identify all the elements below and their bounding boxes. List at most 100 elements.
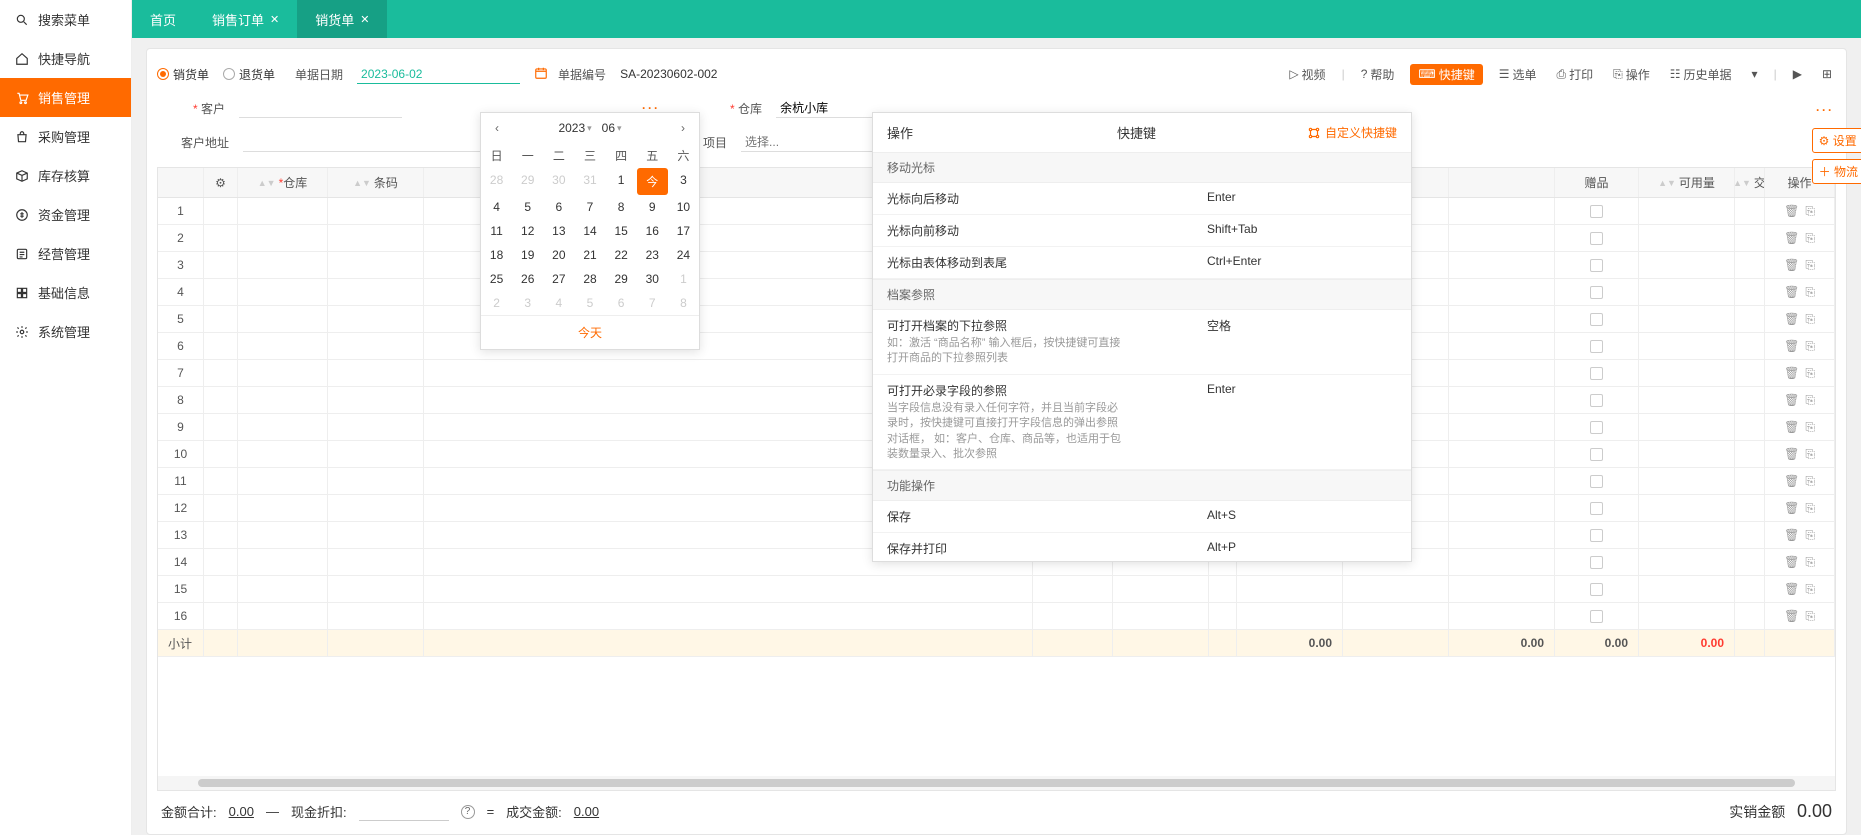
customer-input[interactable] <box>239 99 402 118</box>
radio-sale[interactable]: 销货单 <box>157 66 209 83</box>
calendar-day[interactable]: 6 <box>606 291 637 315</box>
gift-checkbox[interactable] <box>1590 610 1603 623</box>
help-button[interactable]: ? 帮助 <box>1357 64 1399 85</box>
sidebar-item-0[interactable]: 搜索菜单 <box>0 0 131 39</box>
delete-icon[interactable]: 🗑 <box>1784 555 1799 569</box>
calendar-day[interactable]: 16 <box>637 219 668 243</box>
gift-checkbox[interactable] <box>1590 205 1603 218</box>
calendar-day[interactable]: 28 <box>481 168 512 195</box>
gift-checkbox[interactable] <box>1590 502 1603 515</box>
gift-checkbox[interactable] <box>1590 421 1603 434</box>
customize-shortcut-link[interactable]: 自定义快捷键 <box>1307 124 1397 141</box>
calendar-day[interactable]: 3 <box>512 291 543 315</box>
tab-2[interactable]: 销货单✕ <box>297 0 387 38</box>
gift-checkbox[interactable] <box>1590 448 1603 461</box>
delete-icon[interactable]: 🗑 <box>1784 582 1799 596</box>
sidebar-item-4[interactable]: 库存核算 <box>0 156 131 195</box>
th-gift[interactable]: 赠品 <box>1555 168 1639 197</box>
copy-icon[interactable]: ⎘ <box>1805 582 1815 597</box>
copy-icon[interactable]: ⎘ <box>1805 312 1815 327</box>
calendar-day[interactable]: 9 <box>637 195 668 219</box>
select-button[interactable]: ☰ 选单 <box>1495 64 1541 85</box>
gift-checkbox[interactable] <box>1590 529 1603 542</box>
delete-icon[interactable]: 🗑 <box>1784 285 1799 299</box>
calendar-day[interactable]: 19 <box>512 243 543 267</box>
calendar-next-icon[interactable]: › <box>677 121 689 135</box>
calendar-day[interactable]: 12 <box>512 219 543 243</box>
calendar-day[interactable]: 5 <box>512 195 543 219</box>
calendar-day[interactable]: 29 <box>606 267 637 291</box>
radio-return[interactable]: 退货单 <box>223 66 275 83</box>
th-available[interactable]: ▲▼可用量 <box>1639 168 1735 197</box>
th-gear-icon[interactable]: ⚙ <box>204 168 238 197</box>
calendar-day[interactable]: 14 <box>574 219 605 243</box>
calendar-day[interactable]: 2 <box>481 291 512 315</box>
more-icon[interactable]: ⊞ <box>1818 65 1836 83</box>
calendar-day[interactable]: 4 <box>481 195 512 219</box>
settings-button[interactable]: ⚙ 设置 <box>1812 128 1861 153</box>
operate-button[interactable]: ⎘ 操作 <box>1609 64 1654 85</box>
delete-icon[interactable]: 🗑 <box>1784 501 1799 515</box>
gift-checkbox[interactable] <box>1590 394 1603 407</box>
calendar-day[interactable]: 17 <box>668 219 699 243</box>
delete-icon[interactable]: 🗑 <box>1784 420 1799 434</box>
gift-checkbox[interactable] <box>1590 286 1603 299</box>
calendar-day[interactable]: 20 <box>543 243 574 267</box>
copy-icon[interactable]: ⎘ <box>1805 366 1815 381</box>
calendar-day[interactable]: 18 <box>481 243 512 267</box>
table-row[interactable]: 16🗑⎘ <box>158 603 1835 630</box>
calendar-icon[interactable] <box>534 66 548 83</box>
calendar-day[interactable]: 10 <box>668 195 699 219</box>
table-row[interactable]: 15🗑⎘ <box>158 576 1835 603</box>
calendar-day[interactable]: 5 <box>574 291 605 315</box>
calendar-day[interactable]: 24 <box>668 243 699 267</box>
th-deliver[interactable]: ▲▼交 <box>1735 168 1765 197</box>
delete-icon[interactable]: 🗑 <box>1784 366 1799 380</box>
calendar-day[interactable]: 30 <box>543 168 574 195</box>
calendar-day[interactable]: 8 <box>668 291 699 315</box>
delete-icon[interactable]: 🗑 <box>1784 528 1799 542</box>
gift-checkbox[interactable] <box>1590 583 1603 596</box>
calendar-day[interactable]: 7 <box>637 291 668 315</box>
form-more-icon[interactable]: ··· <box>1816 103 1834 117</box>
delete-icon[interactable]: 🗑 <box>1784 609 1799 623</box>
calendar-day[interactable]: 8 <box>606 195 637 219</box>
tab-0[interactable]: 首页 <box>132 0 194 38</box>
gift-checkbox[interactable] <box>1590 367 1603 380</box>
gift-checkbox[interactable] <box>1590 259 1603 272</box>
th-barcode[interactable]: ▲▼条码 <box>328 168 424 197</box>
copy-icon[interactable]: ⎘ <box>1805 420 1815 435</box>
calendar-day[interactable]: 6 <box>543 195 574 219</box>
delete-icon[interactable]: 🗑 <box>1784 258 1799 272</box>
history-dropdown-icon[interactable]: ▾ <box>1748 65 1762 83</box>
tab-close-icon[interactable]: ✕ <box>270 13 279 26</box>
help-icon[interactable]: ? <box>461 805 475 819</box>
tab-close-icon[interactable]: ✕ <box>360 13 369 26</box>
sidebar-item-2[interactable]: 销售管理 <box>0 78 131 117</box>
delete-icon[interactable]: 🗑 <box>1784 447 1799 461</box>
calendar-day[interactable]: 11 <box>481 219 512 243</box>
th-warehouse[interactable]: ▲▼*仓库 <box>238 168 328 197</box>
sidebar-item-5[interactable]: 资金管理 <box>0 195 131 234</box>
calendar-day[interactable]: 13 <box>543 219 574 243</box>
delete-icon[interactable]: 🗑 <box>1784 339 1799 353</box>
copy-icon[interactable]: ⎘ <box>1805 528 1815 543</box>
calendar-month-select[interactable]: 06▾ <box>602 121 622 135</box>
expand-icon[interactable]: ▶ <box>1789 65 1806 83</box>
delete-icon[interactable]: 🗑 <box>1784 231 1799 245</box>
tab-1[interactable]: 销售订单✕ <box>194 0 297 38</box>
gift-checkbox[interactable] <box>1590 475 1603 488</box>
copy-icon[interactable]: ⎘ <box>1805 339 1815 354</box>
video-button[interactable]: ▷ 视频 <box>1285 64 1329 85</box>
delete-icon[interactable]: 🗑 <box>1784 204 1799 218</box>
sidebar-item-7[interactable]: 基础信息 <box>0 273 131 312</box>
gift-checkbox[interactable] <box>1590 340 1603 353</box>
delete-icon[interactable]: 🗑 <box>1784 393 1799 407</box>
sidebar-item-8[interactable]: 系统管理 <box>0 312 131 351</box>
calendar-day[interactable]: 1 <box>606 168 637 195</box>
sidebar-item-1[interactable]: 快捷导航 <box>0 39 131 78</box>
calendar-day[interactable]: 1 <box>668 267 699 291</box>
horizontal-scrollbar[interactable] <box>158 776 1835 790</box>
gift-checkbox[interactable] <box>1590 232 1603 245</box>
calendar-day[interactable]: 28 <box>574 267 605 291</box>
